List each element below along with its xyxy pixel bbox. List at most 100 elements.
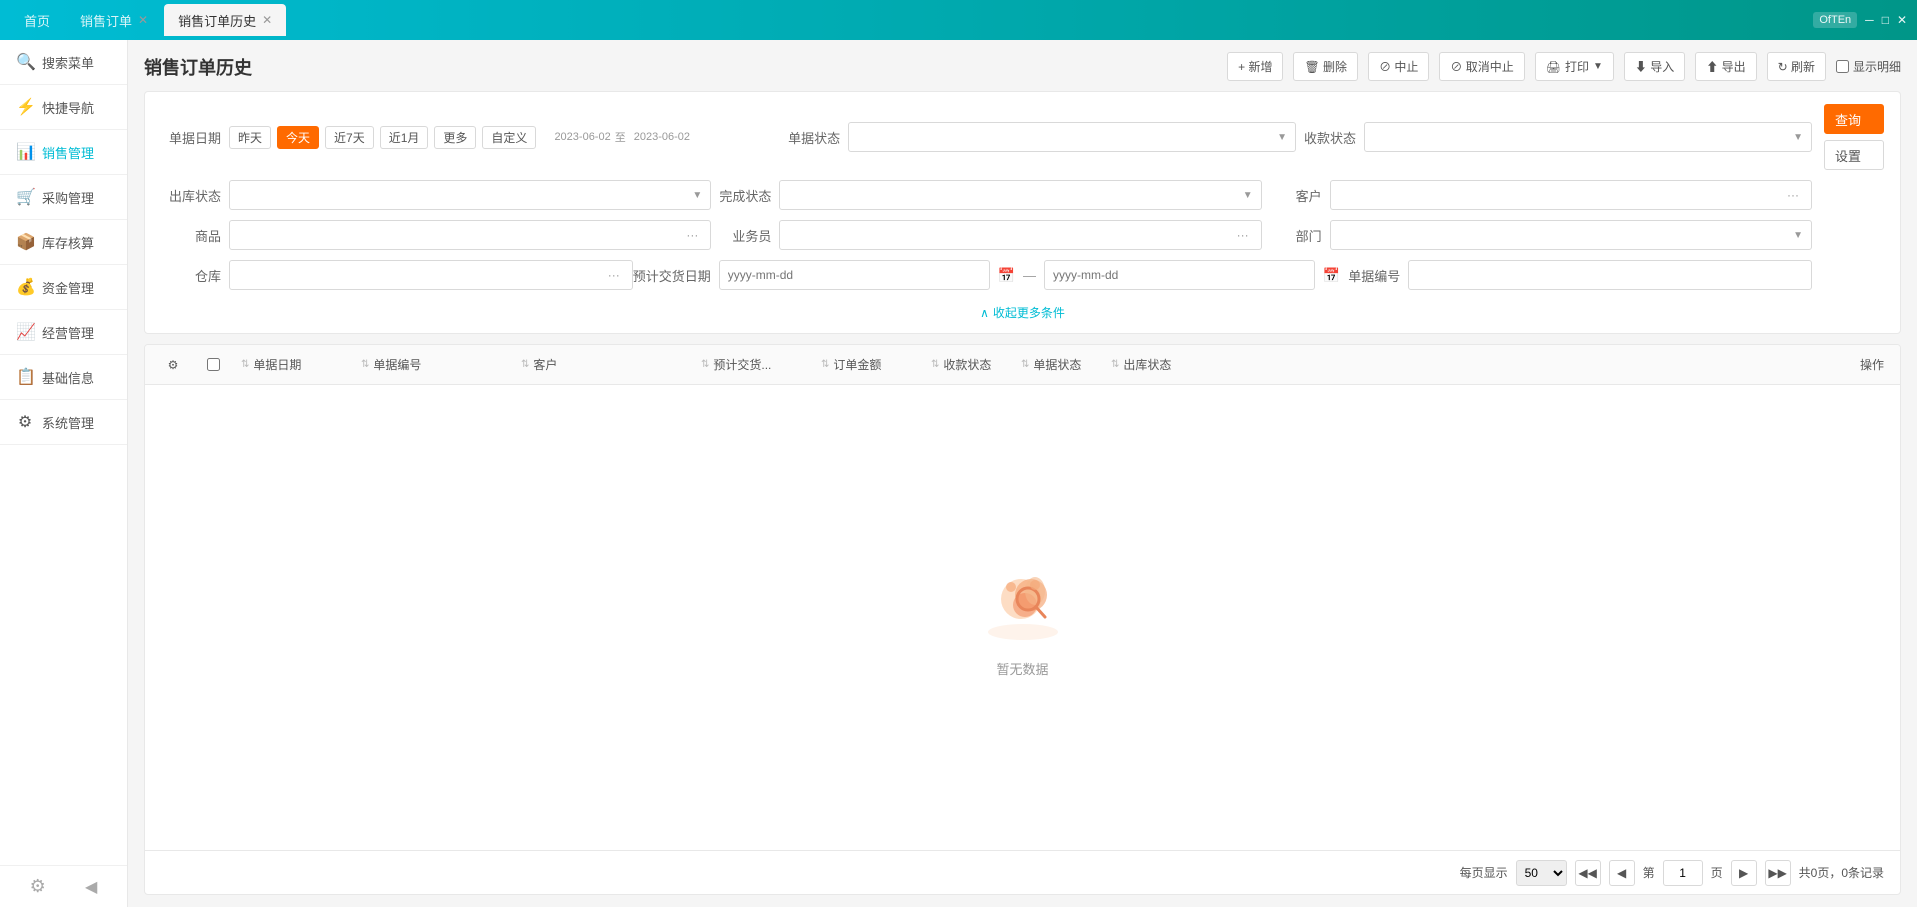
empty-state: 暂无数据 bbox=[973, 557, 1073, 678]
col-settings[interactable]: ⚙ bbox=[153, 358, 193, 372]
col-customer: ⇅ 客户 bbox=[513, 356, 693, 373]
sidebar-settings-icon[interactable]: ⚙ bbox=[30, 876, 46, 897]
date-yesterday-btn[interactable]: 昨天 bbox=[229, 126, 271, 149]
date-custom-btn[interactable]: 自定义 bbox=[482, 126, 536, 149]
sidebar-item-system[interactable]: ⚙ 系统管理 bbox=[0, 400, 127, 445]
main-layout: 🔍 搜索菜单 ⚡ 快捷导航 📊 销售管理 🛒 采购管理 📦 库存核算 💰 资金管… bbox=[0, 40, 1917, 907]
filter-row-1: 单据日期 昨天 今天 近7天 近1月 更多 自定义 2023-06-02 至 bbox=[161, 104, 1884, 170]
query-button[interactable]: 查询 bbox=[1824, 104, 1884, 134]
new-button[interactable]: + 新增 bbox=[1227, 52, 1283, 81]
tab-sales-order-history-close[interactable]: ✕ bbox=[262, 13, 272, 27]
out-status-chevron: ▼ bbox=[692, 190, 702, 201]
sidebar-collapse-icon[interactable]: ◀ bbox=[85, 877, 97, 897]
salesperson-label: 业务员 bbox=[711, 226, 771, 245]
col-customer-label: 客户 bbox=[533, 356, 557, 373]
minimize-btn[interactable]: ─ bbox=[1865, 13, 1874, 27]
restore-btn[interactable]: □ bbox=[1882, 13, 1889, 27]
goods-select[interactable]: ··· bbox=[229, 220, 711, 250]
stop-button[interactable]: ⊘ 中止 bbox=[1368, 52, 1429, 81]
cancel-stop-button[interactable]: ⊘ 取消中止 bbox=[1439, 52, 1524, 81]
customer-select[interactable]: ··· bbox=[1330, 180, 1812, 210]
col-delivery: ⇅ 预计交货... bbox=[693, 356, 813, 373]
per-page-select[interactable]: 10 20 50 100 bbox=[1516, 860, 1567, 886]
date-7days-btn[interactable]: 近7天 bbox=[325, 126, 374, 149]
close-btn[interactable]: ✕ bbox=[1897, 13, 1907, 27]
total-label: 共0页，0条记录 bbox=[1799, 864, 1884, 881]
display-cols-checkbox[interactable] bbox=[1836, 60, 1849, 73]
bill-status-label: 单据状态 bbox=[780, 128, 840, 147]
warehouse-select[interactable]: ··· bbox=[229, 260, 633, 290]
order-no-input[interactable] bbox=[1408, 260, 1812, 290]
bill-status-chevron: ▼ bbox=[1277, 132, 1287, 143]
delivery-date-from[interactable] bbox=[719, 260, 990, 290]
prev-page-btn[interactable]: ◀ bbox=[1609, 860, 1635, 886]
col-out-status-sort[interactable]: ⇅ bbox=[1111, 359, 1119, 370]
dept-chevron: ▼ bbox=[1793, 230, 1803, 241]
often-badge: OfTEn bbox=[1813, 12, 1857, 28]
sidebar-item-finance[interactable]: 💰 资金管理 bbox=[0, 265, 127, 310]
display-cols-toggle[interactable]: 显示明细 bbox=[1836, 58, 1901, 75]
salesperson-select[interactable]: ··· bbox=[779, 220, 1261, 250]
filter-area: 单据日期 昨天 今天 近7天 近1月 更多 自定义 2023-06-02 至 bbox=[144, 91, 1901, 334]
col-customer-sort[interactable]: ⇅ bbox=[521, 359, 529, 370]
col-checkbox[interactable] bbox=[193, 358, 233, 371]
table-footer: 每页显示 10 20 50 100 ◀◀ ◀ 第 页 ▶ ▶▶ 共0页，0条记录 bbox=[145, 850, 1900, 894]
dept-label: 部门 bbox=[1262, 226, 1322, 245]
system-icon: ⚙ bbox=[16, 412, 34, 432]
page-number-input[interactable] bbox=[1663, 860, 1703, 886]
sidebar-item-operations[interactable]: 📈 经营管理 bbox=[0, 310, 127, 355]
date-today-btn[interactable]: 今天 bbox=[277, 126, 319, 149]
sidebar-item-basic-info[interactable]: 📋 基础信息 bbox=[0, 355, 127, 400]
calendar-icon-to[interactable]: 📅 bbox=[1323, 267, 1340, 284]
date-more-btn[interactable]: 更多 bbox=[434, 126, 476, 149]
delete-button[interactable]: 🗑 删除 bbox=[1293, 52, 1358, 81]
col-amount: ⇅ 订单金额 bbox=[813, 356, 923, 373]
last-page-btn[interactable]: ▶▶ bbox=[1765, 860, 1791, 886]
sidebar-item-inventory-label: 库存核算 bbox=[42, 233, 94, 252]
tab-sales-order-history[interactable]: 销售订单历史 ✕ bbox=[164, 4, 286, 36]
delivery-date-to[interactable] bbox=[1044, 260, 1315, 290]
import-button[interactable]: ⬇ 导入 bbox=[1624, 52, 1685, 81]
out-status-select[interactable]: ▼ bbox=[229, 180, 711, 210]
sidebar-item-search-menu[interactable]: 🔍 搜索菜单 bbox=[0, 40, 127, 85]
settings-button[interactable]: 设置 bbox=[1824, 140, 1884, 170]
sidebar-item-sales-mgmt[interactable]: 📊 销售管理 bbox=[0, 130, 127, 175]
first-page-btn[interactable]: ◀◀ bbox=[1575, 860, 1601, 886]
goods-dots[interactable]: ··· bbox=[682, 228, 702, 242]
col-order-no: ⇅ 单据编号 bbox=[353, 356, 513, 373]
print-button[interactable]: 🖨 打印 ▼ bbox=[1535, 52, 1614, 81]
tab-home[interactable]: 首页 bbox=[10, 4, 64, 36]
table-area: ⚙ ⇅ 单据日期 ⇅ 单据编号 ⇅ 客户 bbox=[144, 344, 1901, 895]
tab-sales-order[interactable]: 销售订单 ✕ bbox=[66, 4, 162, 36]
sidebar-item-quick-nav[interactable]: ⚡ 快捷导航 bbox=[0, 85, 127, 130]
tab-sales-order-history-label: 销售订单历史 bbox=[178, 11, 256, 30]
dept-select[interactable]: ▼ bbox=[1330, 220, 1812, 250]
date-1month-btn[interactable]: 近1月 bbox=[380, 126, 429, 149]
tab-sales-order-close[interactable]: ✕ bbox=[138, 13, 148, 27]
customer-dots[interactable]: ··· bbox=[1783, 188, 1803, 202]
sidebar-item-purchase-mgmt[interactable]: 🛒 采购管理 bbox=[0, 175, 127, 220]
warehouse-dots[interactable]: ··· bbox=[604, 268, 624, 282]
col-receipt-status-sort[interactable]: ⇅ bbox=[931, 359, 939, 370]
filter-row-2: 出库状态 ▼ 完成状态 ▼ 客户 bbox=[161, 180, 1884, 210]
bill-status-select[interactable]: ▼ bbox=[848, 122, 1296, 152]
col-date-sort[interactable]: ⇅ bbox=[241, 359, 249, 370]
select-all-checkbox[interactable] bbox=[207, 358, 220, 371]
customer-label: 客户 bbox=[1262, 186, 1322, 205]
complete-status-select[interactable]: ▼ bbox=[779, 180, 1261, 210]
col-date-label: 单据日期 bbox=[253, 356, 301, 373]
receipt-status-select[interactable]: ▼ bbox=[1364, 122, 1812, 152]
refresh-button[interactable]: ↻ 刷新 bbox=[1767, 52, 1826, 81]
col-out-status: ⇅ 出库状态 bbox=[1103, 356, 1193, 373]
content-area: 销售订单历史 + 新增 🗑 删除 ⊘ 中止 ⊘ 取消中止 🖨 打印 ▼ ⬇ 导入… bbox=[128, 40, 1917, 907]
salesperson-dots[interactable]: ··· bbox=[1233, 228, 1253, 242]
next-page-btn[interactable]: ▶ bbox=[1731, 860, 1757, 886]
calendar-icon-from[interactable]: 📅 bbox=[998, 267, 1015, 284]
sidebar-item-inventory[interactable]: 📦 库存核算 bbox=[0, 220, 127, 265]
col-order-no-sort[interactable]: ⇅ bbox=[361, 359, 369, 370]
col-amount-sort[interactable]: ⇅ bbox=[821, 359, 829, 370]
collapse-row[interactable]: ∧ 收起更多条件 bbox=[161, 300, 1884, 321]
export-button[interactable]: ⬆ 导出 bbox=[1695, 52, 1756, 81]
col-bill-status-sort[interactable]: ⇅ bbox=[1021, 359, 1029, 370]
col-delivery-sort[interactable]: ⇅ bbox=[701, 359, 709, 370]
